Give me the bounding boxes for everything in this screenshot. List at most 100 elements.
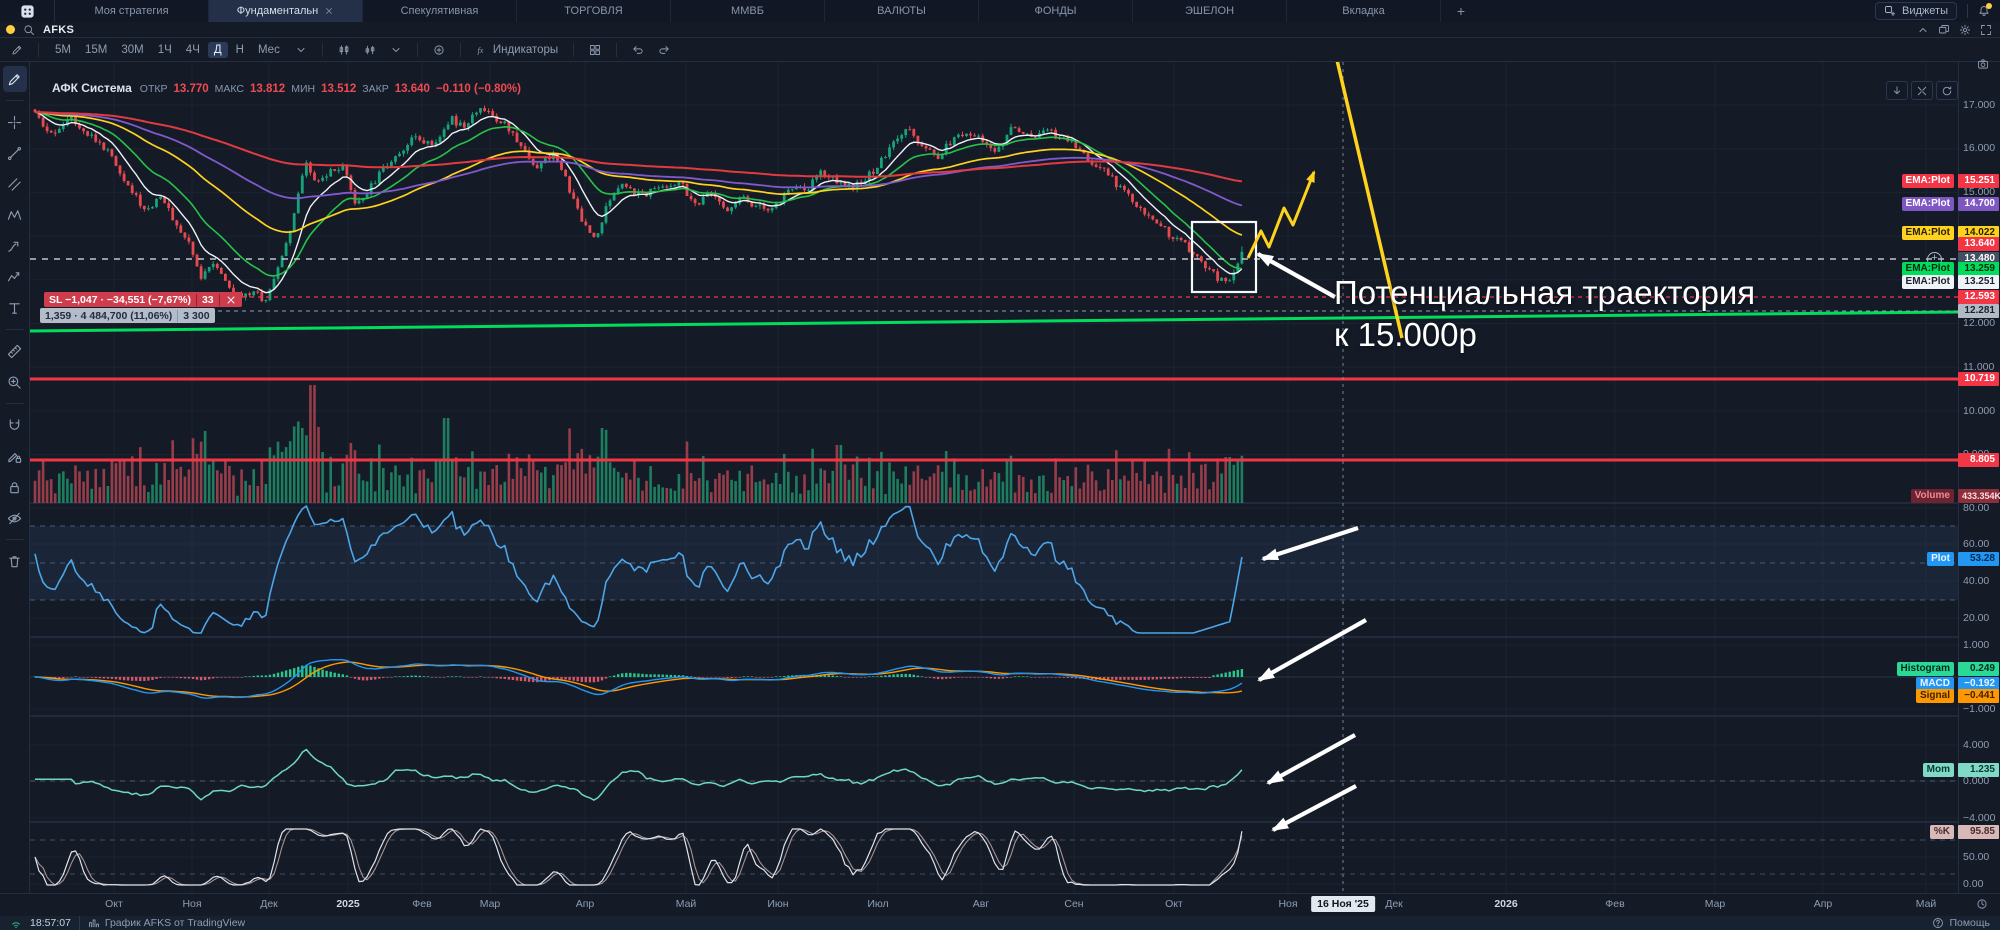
redo-button[interactable] [653, 42, 675, 58]
gear-icon[interactable] [1959, 24, 1971, 36]
symbol-name[interactable]: AFKS [43, 24, 74, 36]
collapse-pane-button[interactable] [1911, 81, 1933, 100]
position-pnl-label[interactable]: 1,359 · 4 484,700 (11,06%) 3 300 [40, 308, 215, 323]
time-label-Дек: Дек [1385, 898, 1403, 910]
help-button[interactable]: Помощь [1932, 917, 1990, 929]
magnet-tool[interactable] [3, 412, 27, 438]
parallel-channel-tool[interactable] [3, 171, 27, 197]
connection-signal-icon [10, 917, 22, 929]
add-tab-button[interactable]: + [1441, 0, 1481, 22]
chart-attribution[interactable]: График AFKS от TradingView [88, 917, 245, 929]
undo-button[interactable] [627, 42, 649, 58]
axis-tick-main: 17.000 [1963, 99, 1996, 111]
axis-tick-mom: 4.000 [1963, 739, 1990, 751]
annotation-line2: к 15.000р [1334, 316, 1477, 353]
xabcd-pattern-tool[interactable] [3, 202, 27, 228]
price-axis[interactable]: 17.000 16.000 15.000 12.000 11.000 10.000 9.00… [1958, 62, 2000, 893]
bars-style-icon[interactable] [359, 42, 381, 58]
time-axis[interactable]: Окт Ноя Дек 2025 Фев Мар Апр Май Июн Июл Авг Сен Окт… [0, 893, 2000, 917]
tab-ЭШЕЛОН[interactable]: ЭШЕЛОН [1133, 0, 1287, 22]
notifications-bell-icon[interactable] [1978, 3, 1992, 17]
timeframe-dropdown-chevron[interactable] [290, 42, 312, 58]
timeframe-Н[interactable]: Н [230, 42, 250, 58]
draw-tool[interactable] [2, 66, 27, 92]
indicators-button[interactable]: fx Индикаторы [471, 42, 563, 58]
chart-attribution-text: График AFKS от TradingView [104, 917, 246, 929]
divider [5, 100, 24, 101]
widgets-icon [1884, 5, 1896, 17]
time-label-Мар: Мар [1704, 898, 1726, 910]
trend-line-tool[interactable] [3, 140, 27, 166]
tab-label: Фундаментальн [236, 5, 319, 17]
lock-tool[interactable] [3, 474, 27, 500]
tab-Вкладка[interactable]: Вкладка [1287, 0, 1441, 22]
compare-button[interactable] [428, 42, 450, 58]
text-tool[interactable] [3, 295, 27, 321]
axis-tick-rsi: 20.00 [1963, 612, 1990, 624]
tab-color-dot [6, 25, 15, 34]
app-menu-button[interactable] [0, 0, 55, 22]
open-label: ОТКР [139, 83, 168, 95]
scroll-to-latest-button[interactable] [1886, 81, 1908, 100]
candles-style-icon[interactable] [333, 42, 355, 58]
ruler-tool[interactable] [3, 338, 27, 364]
style-dropdown-chevron[interactable] [385, 42, 407, 58]
divider [5, 329, 24, 330]
drawing-lock-tool[interactable] [3, 443, 27, 469]
chart-toolbar: 5M 15M 30M 1Ч 4Ч Д Н Мес fx Индикаторы [0, 38, 2000, 62]
stop-loss-qty: 33 [195, 293, 219, 306]
session-clock-icon[interactable] [1976, 898, 1988, 910]
time-label-2026: 2026 [1494, 898, 1518, 910]
workspace-tabs: Моя стратегия Фундаментальн Спекулятивная Т… [55, 0, 1441, 22]
open-value: 13.770 [173, 83, 209, 95]
time-label-2025: 2025 [336, 898, 360, 910]
timeframe-5M[interactable]: 5M [49, 42, 77, 58]
tab-ТОРГОВЛЯ[interactable]: ТОРГОВЛЯ [517, 0, 671, 22]
reset-chart-button[interactable] [1936, 81, 1958, 100]
zoom-in-tool[interactable] [3, 369, 27, 395]
svg-text:fx: fx [477, 46, 483, 55]
tab-close-icon[interactable] [324, 6, 334, 16]
widgets-button[interactable]: Виджеты [1875, 2, 1957, 20]
zigzag-tool[interactable] [3, 264, 27, 290]
timeframe-Мес[interactable]: Мес [252, 42, 286, 58]
instrument-name[interactable]: АФК Система [52, 81, 132, 95]
app-logo-icon [20, 4, 35, 19]
divider [78, 916, 80, 930]
expand-icon[interactable] [1980, 24, 1992, 36]
divider [321, 42, 323, 57]
trajectory-annotation: Потенциальная траектория к 15.000р [1334, 272, 1755, 356]
search-icon[interactable] [23, 24, 35, 36]
screenshot-camera-icon[interactable] [1977, 58, 1989, 70]
time-label-Окт: Окт [105, 898, 123, 910]
chevron-up-icon[interactable] [1917, 24, 1929, 36]
close-icon[interactable] [218, 293, 242, 306]
layout-grid-button[interactable] [584, 42, 606, 58]
tab-ВАЛЮТЫ[interactable]: ВАЛЮТЫ [825, 0, 979, 22]
tab-label: Моя стратегия [94, 5, 169, 17]
remove-tool[interactable] [3, 548, 27, 574]
draw-tool-button[interactable] [6, 42, 28, 58]
tab-Фундаментальн[interactable]: Фундаментальн [209, 0, 363, 22]
tab-label: ВАЛЮТЫ [877, 5, 926, 17]
divider [38, 42, 39, 57]
stop-loss-label[interactable]: SL −1,047 · −34,551 (−7,67%) 33 [44, 292, 242, 307]
timeframe-30M[interactable]: 30M [115, 42, 149, 58]
tab-ММВБ[interactable]: ММВБ [671, 0, 825, 22]
timeframe-4Ч[interactable]: 4Ч [180, 42, 206, 58]
timeframe-1Ч[interactable]: 1Ч [152, 42, 178, 58]
forecast-tool[interactable] [3, 233, 27, 259]
divider [573, 42, 575, 57]
hide-tool[interactable] [3, 505, 27, 531]
tab-Спекулятивная[interactable]: Спекулятивная [363, 0, 517, 22]
tab-ФОНДЫ[interactable]: ФОНДЫ [979, 0, 1133, 22]
layout-windows-icon[interactable] [1938, 24, 1950, 36]
crosshair-tool[interactable] [3, 109, 27, 135]
tab-Моя стратегия[interactable]: Моя стратегия [55, 0, 209, 22]
timeframe-Д[interactable]: Д [207, 41, 228, 58]
timeframe-15M[interactable]: 15M [79, 42, 113, 58]
price-chart[interactable] [30, 62, 1958, 893]
axis-tick-macd: −1.000 [1963, 703, 1996, 715]
trading-terminal: Моя стратегия Фундаментальн Спекулятивная Т… [0, 0, 2000, 930]
widgets-label: Виджеты [1902, 5, 1948, 17]
